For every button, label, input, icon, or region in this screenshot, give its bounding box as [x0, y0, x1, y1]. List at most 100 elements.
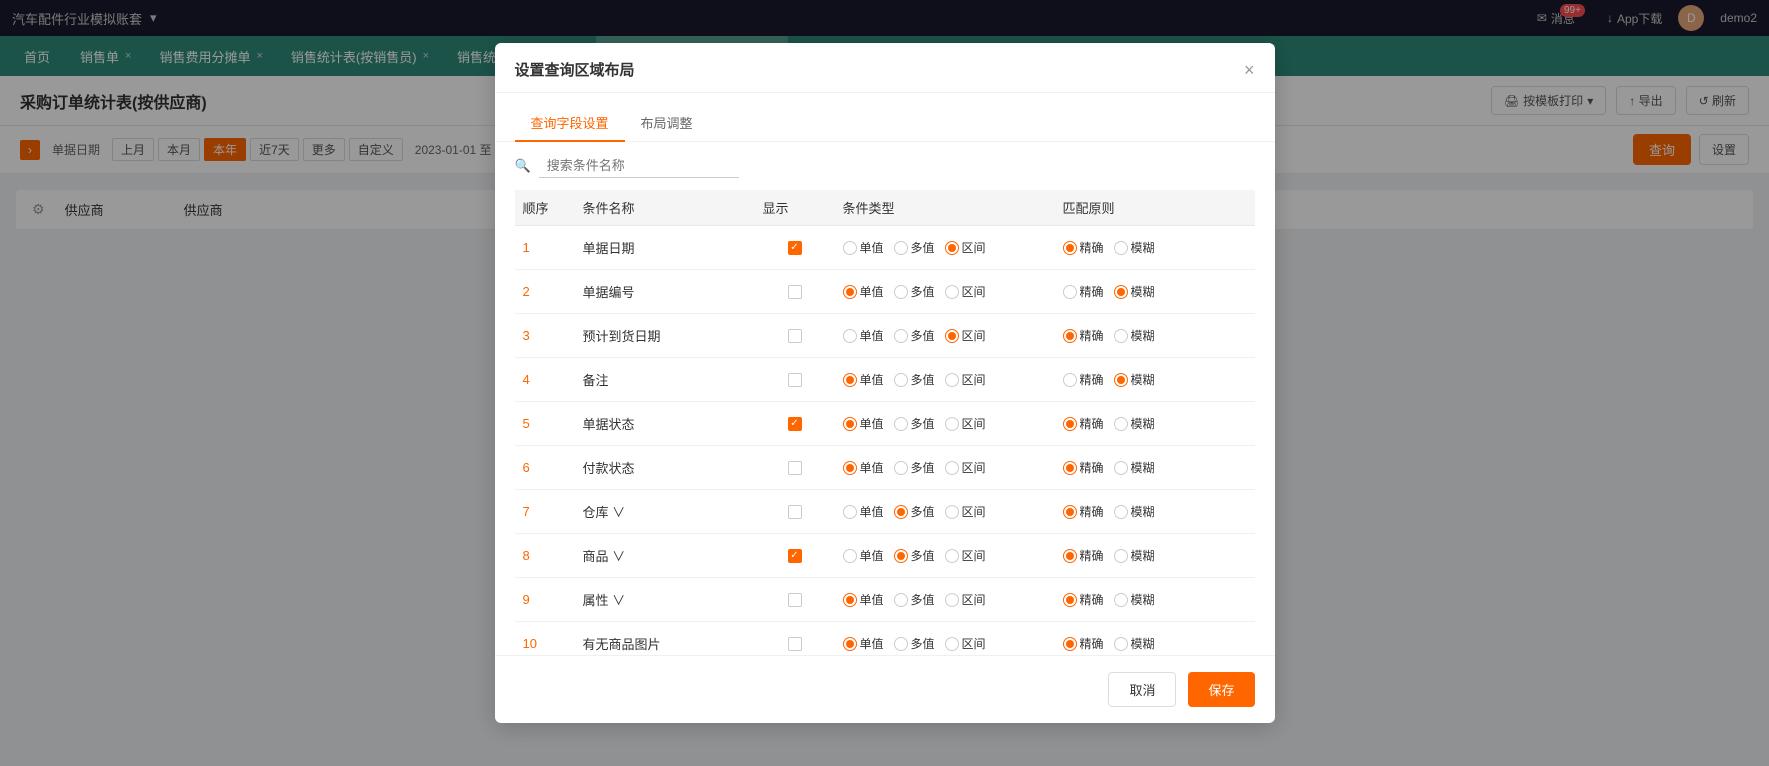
radio-exact[interactable]: [1063, 417, 1077, 431]
radio-single[interactable]: [843, 417, 857, 431]
type-multi[interactable]: 多值: [894, 283, 935, 300]
radio-fuzzy[interactable]: [1114, 637, 1128, 651]
match-exact[interactable]: 精确: [1063, 503, 1104, 520]
type-multi[interactable]: 多值: [894, 547, 935, 564]
type-range[interactable]: 区间: [945, 459, 986, 476]
display-checkbox[interactable]: [788, 373, 802, 387]
save-button[interactable]: 保存: [1188, 672, 1254, 707]
tab-layout-adjust[interactable]: 布局调整: [625, 105, 709, 142]
match-exact[interactable]: 精确: [1063, 415, 1104, 432]
type-single[interactable]: 单值: [843, 635, 884, 652]
radio-multi[interactable]: [894, 285, 908, 299]
match-fuzzy[interactable]: 模糊: [1114, 635, 1155, 652]
type-multi[interactable]: 多值: [894, 591, 935, 608]
radio-single[interactable]: [843, 285, 857, 299]
radio-fuzzy[interactable]: [1114, 549, 1128, 563]
radio-range[interactable]: [945, 505, 959, 519]
match-exact[interactable]: 精确: [1063, 635, 1104, 652]
radio-range[interactable]: [945, 461, 959, 475]
display-checkbox[interactable]: [788, 549, 802, 563]
display-checkbox[interactable]: [788, 593, 802, 607]
type-single[interactable]: 单值: [843, 283, 884, 300]
cancel-button[interactable]: 取消: [1108, 672, 1176, 707]
type-single[interactable]: 单值: [843, 591, 884, 608]
display-checkbox[interactable]: [788, 637, 802, 651]
radio-range[interactable]: [945, 373, 959, 387]
radio-range[interactable]: [945, 593, 959, 607]
display-checkbox[interactable]: [788, 417, 802, 431]
match-fuzzy[interactable]: 模糊: [1114, 371, 1155, 388]
search-input[interactable]: [539, 154, 739, 178]
match-fuzzy[interactable]: 模糊: [1114, 459, 1155, 476]
match-fuzzy[interactable]: 模糊: [1114, 327, 1155, 344]
type-single[interactable]: 单值: [843, 459, 884, 476]
radio-range[interactable]: [945, 417, 959, 431]
radio-single[interactable]: [843, 505, 857, 519]
radio-multi[interactable]: [894, 241, 908, 255]
radio-exact[interactable]: [1063, 329, 1077, 343]
type-single[interactable]: 单值: [843, 415, 884, 432]
radio-fuzzy[interactable]: [1114, 461, 1128, 475]
radio-exact[interactable]: [1063, 505, 1077, 519]
radio-fuzzy[interactable]: [1114, 373, 1128, 387]
radio-fuzzy[interactable]: [1114, 285, 1128, 299]
radio-range[interactable]: [945, 329, 959, 343]
type-range[interactable]: 区间: [945, 547, 986, 564]
display-checkbox[interactable]: [788, 285, 802, 299]
type-range[interactable]: 区间: [945, 635, 986, 652]
type-multi[interactable]: 多值: [894, 415, 935, 432]
type-range[interactable]: 区间: [945, 415, 986, 432]
type-single[interactable]: 单值: [843, 239, 884, 256]
radio-multi[interactable]: [894, 417, 908, 431]
type-multi[interactable]: 多值: [894, 239, 935, 256]
radio-fuzzy[interactable]: [1114, 417, 1128, 431]
radio-multi[interactable]: [894, 461, 908, 475]
match-fuzzy[interactable]: 模糊: [1114, 283, 1155, 300]
radio-fuzzy[interactable]: [1114, 505, 1128, 519]
type-multi[interactable]: 多值: [894, 635, 935, 652]
radio-fuzzy[interactable]: [1114, 241, 1128, 255]
tab-query-fields[interactable]: 查询字段设置: [515, 105, 625, 142]
radio-range[interactable]: [945, 241, 959, 255]
match-fuzzy[interactable]: 模糊: [1114, 239, 1155, 256]
match-exact[interactable]: 精确: [1063, 239, 1104, 256]
radio-range[interactable]: [945, 637, 959, 651]
radio-multi[interactable]: [894, 549, 908, 563]
type-multi[interactable]: 多值: [894, 327, 935, 344]
radio-multi[interactable]: [894, 373, 908, 387]
type-multi[interactable]: 多值: [894, 459, 935, 476]
match-fuzzy[interactable]: 模糊: [1114, 415, 1155, 432]
type-multi[interactable]: 多值: [894, 371, 935, 388]
type-range[interactable]: 区间: [945, 283, 986, 300]
radio-exact[interactable]: [1063, 461, 1077, 475]
type-range[interactable]: 区间: [945, 327, 986, 344]
radio-fuzzy[interactable]: [1114, 593, 1128, 607]
radio-exact[interactable]: [1063, 593, 1077, 607]
match-exact[interactable]: 精确: [1063, 327, 1104, 344]
radio-multi[interactable]: [894, 593, 908, 607]
display-checkbox[interactable]: [788, 329, 802, 343]
modal-close-button[interactable]: ×: [1244, 61, 1255, 79]
match-exact[interactable]: 精确: [1063, 459, 1104, 476]
type-single[interactable]: 单值: [843, 327, 884, 344]
match-fuzzy[interactable]: 模糊: [1114, 547, 1155, 564]
radio-multi[interactable]: [894, 329, 908, 343]
match-exact[interactable]: 精确: [1063, 547, 1104, 564]
radio-single[interactable]: [843, 373, 857, 387]
radio-single[interactable]: [843, 549, 857, 563]
radio-single[interactable]: [843, 241, 857, 255]
match-fuzzy[interactable]: 模糊: [1114, 591, 1155, 608]
radio-exact[interactable]: [1063, 637, 1077, 651]
radio-exact[interactable]: [1063, 373, 1077, 387]
type-single[interactable]: 单值: [843, 371, 884, 388]
match-exact[interactable]: 精确: [1063, 371, 1104, 388]
match-exact[interactable]: 精确: [1063, 283, 1104, 300]
match-exact[interactable]: 精确: [1063, 591, 1104, 608]
type-range[interactable]: 区间: [945, 239, 986, 256]
match-fuzzy[interactable]: 模糊: [1114, 503, 1155, 520]
radio-single[interactable]: [843, 461, 857, 475]
radio-range[interactable]: [945, 285, 959, 299]
type-single[interactable]: 单值: [843, 503, 884, 520]
radio-single[interactable]: [843, 593, 857, 607]
display-checkbox[interactable]: [788, 461, 802, 475]
